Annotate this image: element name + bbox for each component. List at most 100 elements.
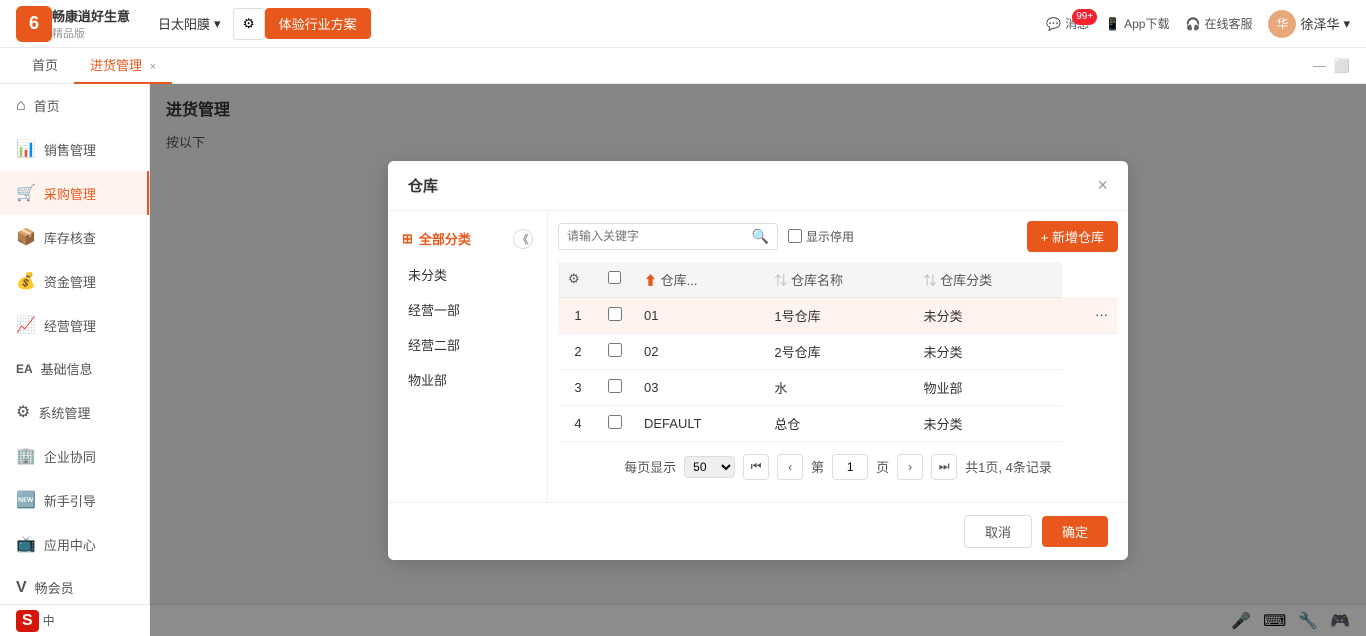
table-row[interactable]: 4 DEFAULT 总仓 未分类 [558, 405, 1118, 441]
add-warehouse-button[interactable]: + 新增仓库 [1027, 221, 1118, 252]
sidebar-item-enterprise[interactable]: 🏢 企业协同 [0, 434, 149, 478]
table-toolbar: 🔍 显示停用 + 新增仓库 [558, 221, 1118, 252]
messages-badge: 99+ [1072, 9, 1097, 25]
row-checkbox[interactable] [598, 405, 634, 441]
home-icon: ⌂ [16, 97, 26, 115]
category-item-property[interactable]: 物业部 [388, 362, 547, 397]
logo-icon: 6 [16, 6, 52, 42]
sort-icon3: ⇅ [923, 273, 936, 288]
per-page-select[interactable]: 50 20 100 [684, 456, 735, 478]
row-name: 2号仓库 [764, 333, 913, 369]
app-download-item[interactable]: 📱 App下载 [1105, 15, 1169, 32]
row-category: 未分类 [913, 405, 1062, 441]
search-icon[interactable]: 🔍 [752, 228, 769, 245]
sidebar-item-operation[interactable]: 📈 经营管理 [0, 303, 149, 347]
tab-minimize-icon[interactable]: — [1313, 58, 1326, 73]
modal-body: ⊞ 全部分类 《 未分类 经营一部 经营二部 物业部 [388, 211, 1128, 502]
row-num: 4 [558, 405, 598, 441]
message-icon: 💬 [1046, 17, 1061, 31]
table-row[interactable]: 2 02 2号仓库 未分类 [558, 333, 1118, 369]
total-info: 共1页, 4条记录 [965, 457, 1052, 476]
col-code: ⬆ 仓库... [634, 262, 764, 298]
category-panel: ⊞ 全部分类 《 未分类 经营一部 经营二部 物业部 [388, 211, 548, 502]
row-num: 3 [558, 369, 598, 405]
try-industry-button[interactable]: 体验行业方案 [265, 8, 371, 39]
phone-icon: 📱 [1105, 17, 1120, 31]
row-checkbox[interactable] [598, 369, 634, 405]
row-code: 01 [634, 297, 764, 333]
show-disabled-checkbox[interactable] [788, 229, 802, 243]
col-name: ⇅ 仓库名称 [764, 262, 913, 298]
show-disabled-label[interactable]: 显示停用 [788, 228, 854, 245]
category-item-ops2[interactable]: 经营二部 [388, 327, 547, 362]
user-area[interactable]: 华 徐泽华 ▾ [1268, 10, 1350, 38]
sidebar-item-system[interactable]: ⚙ 系统管理 [0, 390, 149, 434]
row-checkbox[interactable] [598, 333, 634, 369]
table-row[interactable]: 1 01 1号仓库 未分类 ··· [558, 297, 1118, 333]
table-panel: 🔍 显示停用 + 新增仓库 [548, 211, 1128, 502]
tab-purchase[interactable]: 进货管理 × [74, 48, 172, 84]
sidebar-item-base[interactable]: EA 基础信息 [0, 347, 149, 390]
tab-home[interactable]: 首页 [16, 48, 74, 84]
top-header: 6 畅康逍好生意 精品版 日太阳膜 ▾ ⚙ 体验行业方案 💬 消息 99+ 📱 … [0, 0, 1366, 48]
finance-icon: 💰 [16, 271, 36, 291]
app-center-icon: 📺 [16, 534, 36, 554]
col-settings: ⚙ [558, 262, 598, 298]
modal-title: 仓库 [408, 175, 438, 196]
inventory-icon: 📦 [16, 227, 36, 247]
messages-icon-item[interactable]: 💬 消息 99+ [1046, 15, 1089, 32]
sidebar-item-guide[interactable]: 🆕 新手引导 [0, 478, 149, 522]
sort-icon: ⬆ [644, 273, 657, 288]
warehouse-table: ⚙ ⬆ 仓库... [558, 262, 1118, 442]
table-header-row: ⚙ ⬆ 仓库... [558, 262, 1118, 298]
row-code: 02 [634, 333, 764, 369]
sidebar-item-home[interactable]: ⌂ 首页 [0, 84, 149, 127]
store-selector[interactable]: 日太阳膜 ▾ [158, 14, 221, 33]
chevron-down-icon: ▾ [214, 16, 221, 32]
tab-close-icon[interactable]: × [150, 61, 156, 73]
select-all-checkbox[interactable] [608, 271, 621, 284]
sales-icon: 📊 [16, 139, 36, 159]
modal-footer: 取消 确定 [388, 502, 1128, 560]
logo-text: 畅康逍好生意 精品版 [52, 6, 130, 41]
sidebar: ⌂ 首页 📊 销售管理 🛒 采购管理 📦 库存核查 💰 资金管理 📈 经营管理 … [0, 84, 150, 636]
sidebar-item-app-center[interactable]: 📺 应用中心 [0, 522, 149, 566]
category-item-ops1[interactable]: 经营一部 [388, 292, 547, 327]
sidebar-item-inventory[interactable]: 📦 库存核查 [0, 215, 149, 259]
headset-icon: 🎧 [1185, 17, 1200, 31]
sidebar-item-vip[interactable]: V 畅会员 [0, 566, 149, 609]
next-page-button[interactable]: › [897, 454, 923, 480]
row-checkbox[interactable] [598, 297, 634, 333]
row-name: 总仓 [764, 405, 913, 441]
category-item-uncategorized[interactable]: 未分类 [388, 257, 547, 292]
collapse-button[interactable]: 《 [513, 229, 533, 249]
gear-icon: ⚙ [243, 16, 255, 32]
sort-icon2: ⇅ [774, 273, 787, 288]
sidebar-item-sales[interactable]: 📊 销售管理 [0, 127, 149, 171]
category-all-header[interactable]: ⊞ 全部分类 《 [388, 221, 547, 257]
bottom-brand: 中 [43, 612, 55, 629]
settings-button[interactable]: ⚙ [233, 8, 265, 40]
first-page-button[interactable]: ⏮ [743, 454, 769, 480]
sidebar-item-finance[interactable]: 💰 资金管理 [0, 259, 149, 303]
cancel-button[interactable]: 取消 [964, 515, 1032, 548]
tab-maximize-icon[interactable]: ⬜ [1334, 58, 1350, 74]
row-category: 未分类 [913, 333, 1062, 369]
modal-close-button[interactable]: × [1097, 175, 1108, 196]
page-input[interactable] [832, 454, 868, 480]
main-layout: ⌂ 首页 📊 销售管理 🛒 采购管理 📦 库存核查 💰 资金管理 📈 经营管理 … [0, 84, 1366, 636]
search-input[interactable] [567, 229, 752, 243]
search-box: 🔍 [558, 223, 778, 250]
modal-header: 仓库 × [388, 161, 1128, 211]
confirm-button[interactable]: 确定 [1042, 516, 1108, 547]
online-service-item[interactable]: 🎧 在线客服 [1185, 15, 1252, 32]
row-actions[interactable]: ··· [1062, 297, 1118, 333]
grid-icon: ⊞ [402, 231, 413, 247]
last-page-button[interactable]: ⏭ [931, 454, 957, 480]
col-checkbox [598, 262, 634, 298]
col-gear-icon: ⚙ [568, 271, 580, 286]
operation-icon: 📈 [16, 315, 36, 335]
sidebar-item-purchase[interactable]: 🛒 采购管理 [0, 171, 149, 215]
prev-page-button[interactable]: ‹ [777, 454, 803, 480]
table-row[interactable]: 3 03 水 物业部 [558, 369, 1118, 405]
